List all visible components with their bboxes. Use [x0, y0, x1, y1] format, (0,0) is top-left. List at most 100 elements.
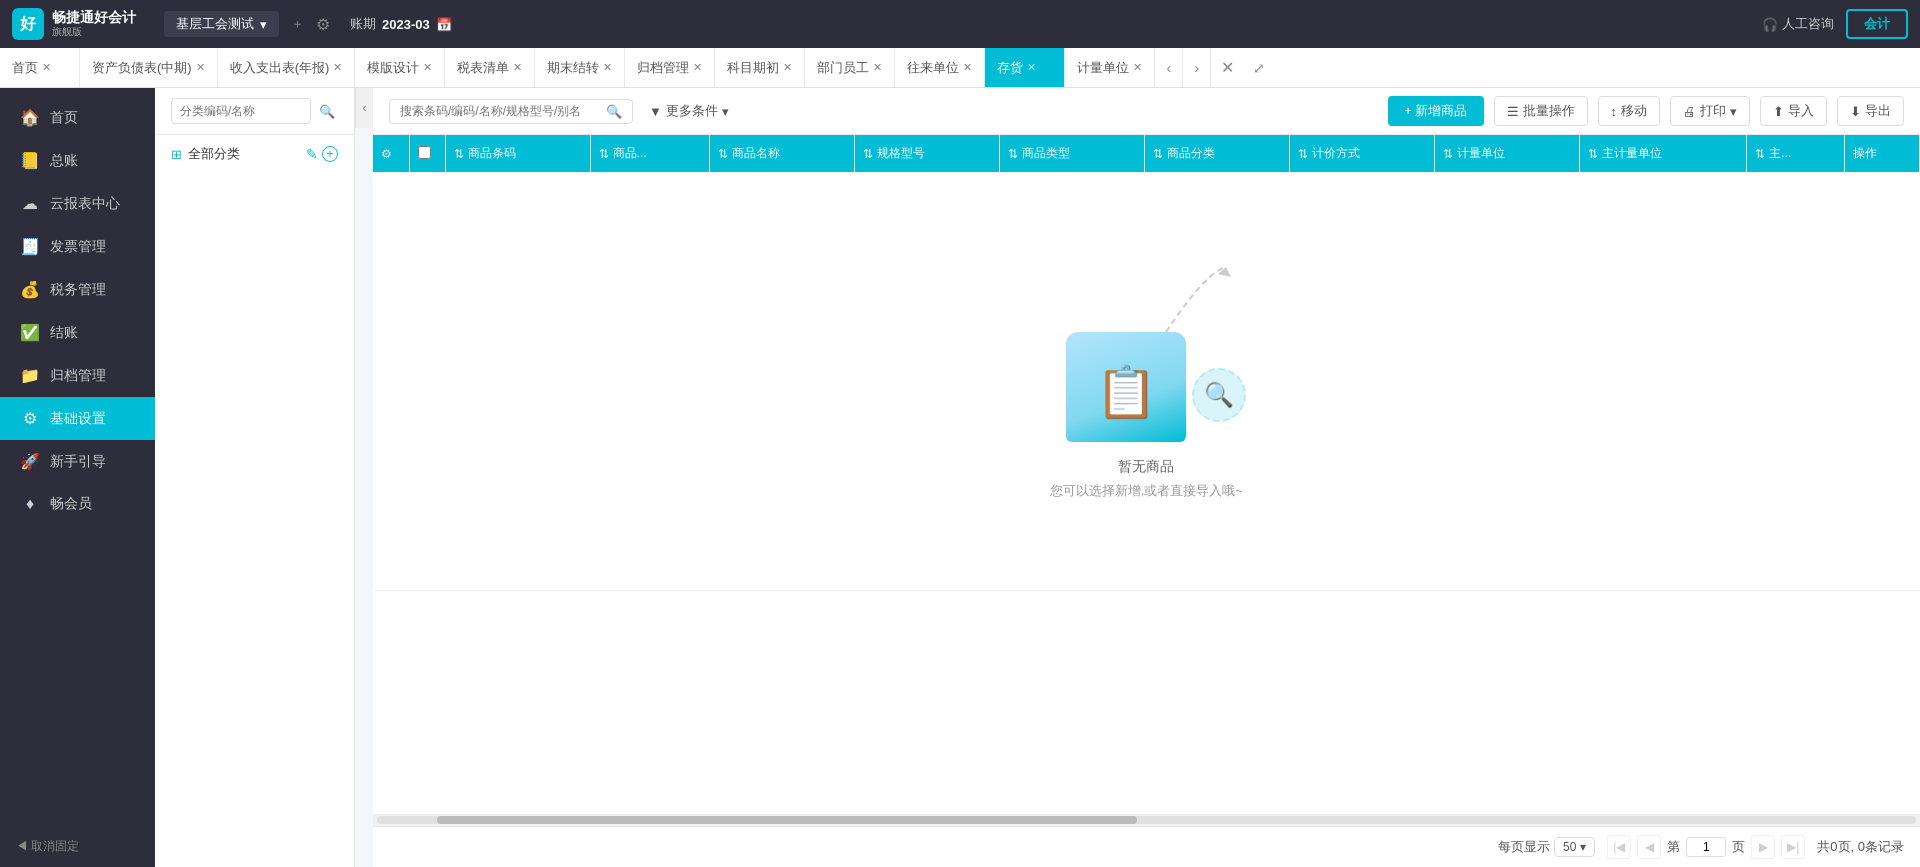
sidebar-item-cloud-report[interactable]: ☁ 云报表中心: [0, 182, 155, 225]
tab-close-all-btn[interactable]: ✕: [1211, 48, 1243, 87]
tab-nav-prev[interactable]: ‹: [1155, 48, 1183, 87]
panel-collapse-btn[interactable]: ‹: [355, 88, 373, 128]
tab-tax-list[interactable]: 税表清单 ✕: [445, 48, 535, 87]
move-btn[interactable]: ↕ 移动: [1598, 96, 1661, 126]
classify-add-icon[interactable]: +: [322, 146, 338, 162]
tab-close-icon[interactable]: ✕: [513, 61, 522, 74]
sidebar-item-guide[interactable]: 🚀 新手引导: [0, 440, 155, 483]
th-type[interactable]: ⇅ 商品类型: [1000, 135, 1145, 172]
headset-icon: 🎧: [1762, 17, 1778, 32]
classify-icons: ✎ +: [306, 146, 338, 162]
tab-balance-sheet[interactable]: 资产负债表(中期) ✕: [80, 48, 218, 87]
tab-close-icon[interactable]: ✕: [963, 61, 972, 74]
select-all-checkbox[interactable]: [418, 146, 431, 159]
sidebar-item-checkout[interactable]: ✅ 结账: [0, 311, 155, 354]
tab-close-icon[interactable]: ✕: [423, 61, 432, 74]
tab-close-icon[interactable]: ✕: [693, 61, 702, 74]
tab-close-icon[interactable]: ✕: [333, 61, 342, 74]
sidebar-item-tax[interactable]: 💰 税务管理: [0, 268, 155, 311]
page-first-btn[interactable]: |◀: [1607, 835, 1631, 859]
tab-unit[interactable]: 计量单位 ✕: [1065, 48, 1155, 87]
col-sort-icon: ⇅: [1153, 147, 1163, 161]
account-button[interactable]: 会计: [1846, 9, 1908, 39]
sidebar-unpin-btn[interactable]: ◀ 取消固定: [0, 826, 155, 867]
sidebar-item-ledger[interactable]: 📒 总账: [0, 139, 155, 182]
classify-all-item[interactable]: ⊞ 全部分类 ✎ +: [155, 135, 354, 173]
scrollbar-track: [377, 816, 1916, 824]
page-number-input[interactable]: [1686, 837, 1726, 857]
tab-period-transfer[interactable]: 期末结转 ✕: [535, 48, 625, 87]
th-label: 商品类型: [1022, 145, 1070, 162]
tab-close-icon[interactable]: ✕: [873, 61, 882, 74]
tab-nav-next[interactable]: ›: [1183, 48, 1211, 87]
sidebar-label: 发票管理: [50, 238, 106, 256]
tab-close-icon[interactable]: ✕: [196, 61, 205, 74]
scrollbar-thumb[interactable]: [437, 816, 1137, 824]
print-dropdown-icon: ▾: [1730, 104, 1737, 119]
classify-search-icon[interactable]: 🔍: [319, 104, 335, 119]
page-next-btn[interactable]: ▶: [1751, 835, 1775, 859]
sidebar-item-archive[interactable]: 📁 归档管理: [0, 354, 155, 397]
batch-operation-btn[interactable]: ☰ 批量操作: [1494, 96, 1588, 126]
sidebar-item-basic-settings[interactable]: ⚙ 基础设置: [0, 397, 155, 440]
more-filter-btn[interactable]: ▼ 更多条件 ▾: [641, 98, 737, 124]
tab-archive[interactable]: 归档管理 ✕: [625, 48, 715, 87]
sidebar-label: 新手引导: [50, 453, 106, 471]
th-barcode[interactable]: ⇅ 商品条码: [445, 135, 590, 172]
th-category[interactable]: ⇅ 商品分类: [1145, 135, 1290, 172]
page-last-btn[interactable]: ▶|: [1781, 835, 1805, 859]
tab-close-icon[interactable]: ✕: [603, 61, 612, 74]
add-product-btn[interactable]: + 新增商品: [1388, 96, 1483, 126]
tab-inventory[interactable]: 存货 ✕: [985, 48, 1065, 87]
print-btn[interactable]: 🖨 打印 ▾: [1670, 96, 1750, 126]
filter-dropdown-icon: ▾: [722, 104, 729, 119]
tab-expand-btn[interactable]: ⤢: [1243, 48, 1275, 87]
add-company-icon[interactable]: ＋: [291, 15, 304, 33]
th-settings[interactable]: ⚙: [373, 135, 409, 172]
tab-close-icon[interactable]: ✕: [1133, 61, 1142, 74]
th-unit[interactable]: ⇅ 计量单位: [1435, 135, 1580, 172]
tab-dept-staff[interactable]: 部门员工 ✕: [805, 48, 895, 87]
th-pricing[interactable]: ⇅ 计价方式: [1290, 135, 1435, 172]
table-wrap: ⚙ ⇅ 商品条码: [373, 135, 1920, 814]
page-size-dropdown[interactable]: 50 ▾: [1554, 837, 1595, 857]
product-search-input[interactable]: [400, 104, 600, 118]
empty-desc: 您可以选择新增,或者直接导入哦~: [1050, 482, 1243, 500]
th-checkbox[interactable]: [409, 135, 445, 172]
export-btn[interactable]: ⬇ 导出: [1837, 96, 1904, 126]
page-prev-btn[interactable]: ◀: [1637, 835, 1661, 859]
total-records: 共0页, 0条记录: [1817, 838, 1904, 856]
import-btn[interactable]: ⬆ 导入: [1760, 96, 1827, 126]
th-main-unit[interactable]: ⇅ 主计量单位: [1580, 135, 1747, 172]
th-extra[interactable]: ⇅ 主...: [1747, 135, 1844, 172]
sidebar-item-vip[interactable]: ♦ 畅会员: [0, 483, 155, 525]
calendar-icon[interactable]: 📅: [436, 17, 452, 32]
company-selector[interactable]: 基层工会测试 ▾: [164, 11, 279, 37]
settings-gear-icon[interactable]: ⚙: [316, 15, 330, 34]
sidebar-item-invoice[interactable]: 🧾 发票管理: [0, 225, 155, 268]
content-inner: 🔍 ⊞ 全部分类 ✎ + ‹: [155, 88, 1920, 867]
tab-close-icon[interactable]: ✕: [42, 61, 51, 74]
sidebar-item-home[interactable]: 🏠 首页: [0, 96, 155, 139]
tab-close-icon[interactable]: ✕: [783, 61, 792, 74]
ledger-icon: 📒: [20, 151, 40, 170]
classify-search-input[interactable]: [171, 98, 311, 124]
tab-template[interactable]: 模版设计 ✕: [355, 48, 445, 87]
tab-counterpart[interactable]: 往来单位 ✕: [895, 48, 985, 87]
tab-home[interactable]: 首页 ✕: [0, 48, 80, 87]
tab-close-icon[interactable]: ✕: [1027, 61, 1036, 74]
classify-edit-icon[interactable]: ✎: [306, 146, 318, 162]
consult-button[interactable]: 🎧 人工咨询: [1762, 15, 1834, 33]
th-name[interactable]: ⇅ 商品名称: [709, 135, 854, 172]
horizontal-scrollbar[interactable]: [373, 814, 1920, 826]
column-settings-icon[interactable]: ⚙: [381, 147, 392, 161]
th-spec[interactable]: ⇅ 规格型号: [854, 135, 999, 172]
tab-income[interactable]: 收入支出表(年报) ✕: [218, 48, 356, 87]
action-right: + 新增商品 ☰ 批量操作 ↕ 移动 🖨 打印 ▾: [1388, 96, 1904, 126]
th-code[interactable]: ⇅ 商品...: [590, 135, 709, 172]
tab-subject-init[interactable]: 科目期初 ✕: [715, 48, 805, 87]
filter-label: 更多条件: [666, 102, 718, 120]
product-search-icon[interactable]: 🔍: [606, 104, 622, 119]
empty-row: 📋 🔍 暂无商品 您可以选择新增,或者直接: [373, 172, 1920, 591]
th-label: 计价方式: [1312, 145, 1360, 162]
